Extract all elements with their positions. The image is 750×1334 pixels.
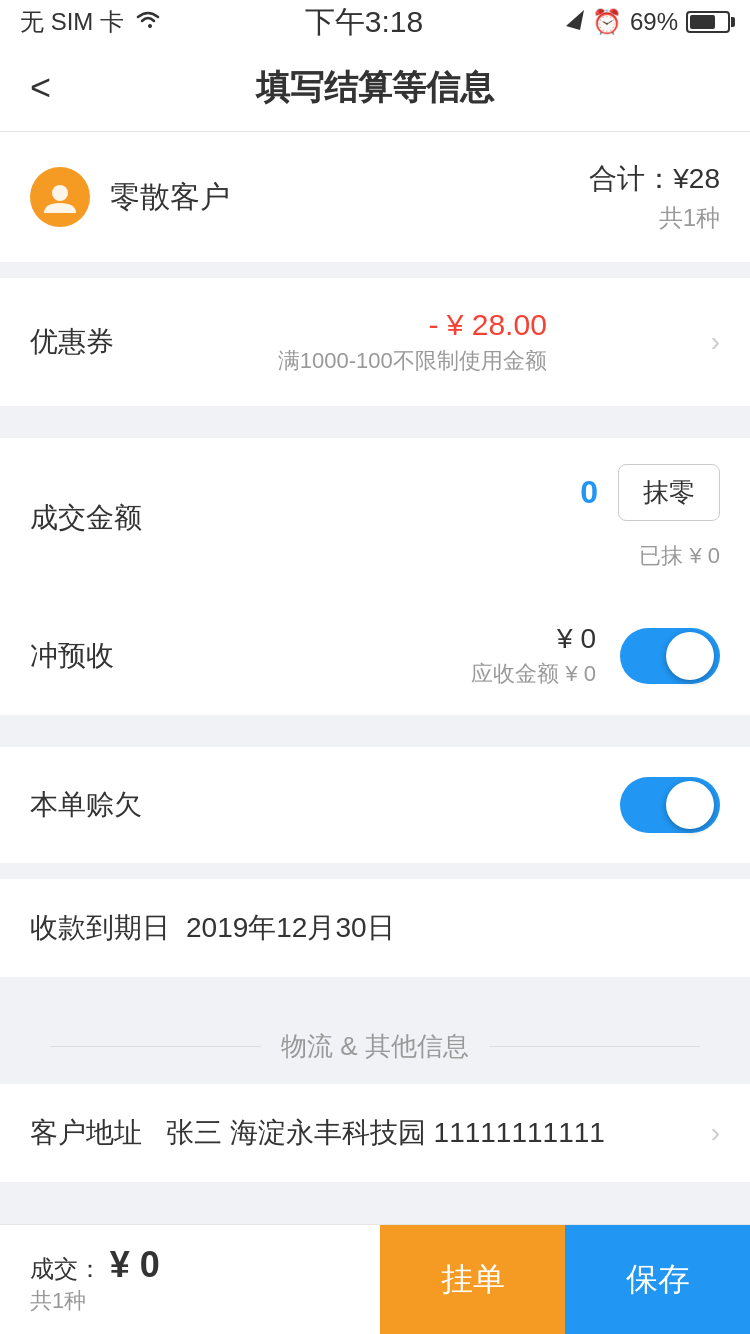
battery-fill [690, 15, 715, 29]
deal-amount-label: 成交金额 [30, 499, 142, 537]
pre-collection-row: 冲预收 ¥ 0 应收金额 ¥ 0 [0, 597, 750, 715]
coupon-section[interactable]: 优惠券 - ¥ 28.00 满1000-100不限制使用金额 › [0, 278, 750, 406]
back-button[interactable]: < [30, 67, 51, 109]
bottom-deal-row: 成交： ¥ 0 [30, 1244, 350, 1286]
coupon-desc: 满1000-100不限制使用金额 [278, 346, 547, 376]
customer-section: 零散客户 合计：¥28 共1种 [0, 132, 750, 262]
deal-amount-value[interactable]: 0 [580, 474, 598, 511]
coupon-label: 优惠券 [30, 323, 114, 361]
address-section[interactable]: 客户地址 张三 海淀永丰科技园 11111111111 › [0, 1084, 750, 1182]
deal-amount-top: 0 抹零 [580, 464, 720, 521]
battery-percent: 69% [630, 8, 678, 36]
page-title: 填写结算等信息 [256, 65, 494, 111]
toggle-knob [666, 632, 714, 680]
coupon-discount: - ¥ 28.00 [278, 308, 547, 342]
due-date-value: 2019年12月30日 [186, 909, 395, 947]
status-bar-time: 下午3:18 [305, 2, 423, 43]
due-date-label: 收款到期日 [30, 909, 170, 947]
wifi-icon [134, 8, 162, 36]
coupon-right: - ¥ 28.00 满1000-100不限制使用金额 [278, 308, 547, 376]
pending-button[interactable]: 挂单 [380, 1225, 565, 1335]
divider-2 [0, 731, 750, 747]
divider-1 [0, 422, 750, 438]
save-button[interactable]: 保存 [565, 1225, 750, 1335]
logistics-line-left [50, 1046, 261, 1047]
deal-amount-right: 0 抹零 已抹 ¥ 0 [580, 464, 720, 571]
bottom-deal-label: 成交： [30, 1255, 102, 1282]
bottom-bar: 成交： ¥ 0 共1种 挂单 保存 [0, 1224, 750, 1334]
battery-icon [686, 11, 730, 33]
status-bar: 无 SIM 卡 下午3:18 ⏰ 69% [0, 0, 750, 44]
total-count: 共1种 [589, 202, 720, 234]
logistics-title: 物流 & 其他信息 [281, 1029, 469, 1064]
alarm-icon: ⏰ [592, 8, 622, 36]
status-bar-left: 无 SIM 卡 [20, 6, 162, 38]
total-amount: 合计：¥28 [589, 160, 720, 198]
status-bar-right: ⏰ 69% [566, 8, 730, 36]
nav-bar: < 填写结算等信息 [0, 44, 750, 132]
roundoff-button[interactable]: 抹零 [618, 464, 720, 521]
svg-marker-0 [566, 10, 584, 30]
pre-collection-values: ¥ 0 应收金额 ¥ 0 [471, 623, 596, 689]
logistics-line-right [489, 1046, 700, 1047]
pre-collection-label: 冲预收 [30, 637, 114, 675]
pre-collection-toggle[interactable] [620, 628, 720, 684]
address-value: 张三 海淀永丰科技园 11111111111 [166, 1114, 687, 1152]
coupon-chevron-icon: › [711, 326, 720, 358]
deal-amount-section: 成交金额 0 抹零 已抹 ¥ 0 冲预收 ¥ 0 应收金额 ¥ 0 [0, 438, 750, 715]
customer-name: 零散客户 [110, 177, 230, 218]
debt-toggle[interactable] [620, 777, 720, 833]
location-icon [566, 8, 584, 36]
carrier-text: 无 SIM 卡 [20, 6, 124, 38]
avatar [30, 167, 90, 227]
address-chevron-icon: › [711, 1117, 720, 1149]
debt-label: 本单赊欠 [30, 786, 142, 824]
customer-left: 零散客户 [30, 167, 230, 227]
customer-summary: 合计：¥28 共1种 [589, 160, 720, 234]
bottom-deal-count: 共1种 [30, 1286, 350, 1316]
pre-collection-sub: 应收金额 ¥ 0 [471, 659, 596, 689]
logistics-header: 物流 & 其他信息 [0, 1009, 750, 1084]
address-label: 客户地址 [30, 1114, 142, 1152]
due-date-section[interactable]: 收款到期日 2019年12月30日 [0, 879, 750, 977]
bottom-deal-amount: ¥ 0 [110, 1244, 160, 1285]
deal-amount-row: 成交金额 0 抹零 已抹 ¥ 0 [0, 438, 750, 597]
divider-3 [0, 993, 750, 1009]
debt-section: 本单赊欠 [0, 747, 750, 863]
pre-collection-right: ¥ 0 应收金额 ¥ 0 [471, 623, 720, 689]
debt-toggle-knob [666, 781, 714, 829]
content-area: 零散客户 合计：¥28 共1种 优惠券 - ¥ 28.00 满1000-100不… [0, 132, 750, 1318]
pre-collection-amount: ¥ 0 [471, 623, 596, 655]
svg-point-1 [52, 185, 68, 201]
bottom-summary: 成交： ¥ 0 共1种 [0, 1244, 380, 1316]
deal-amount-sub: 已抹 ¥ 0 [639, 541, 720, 571]
